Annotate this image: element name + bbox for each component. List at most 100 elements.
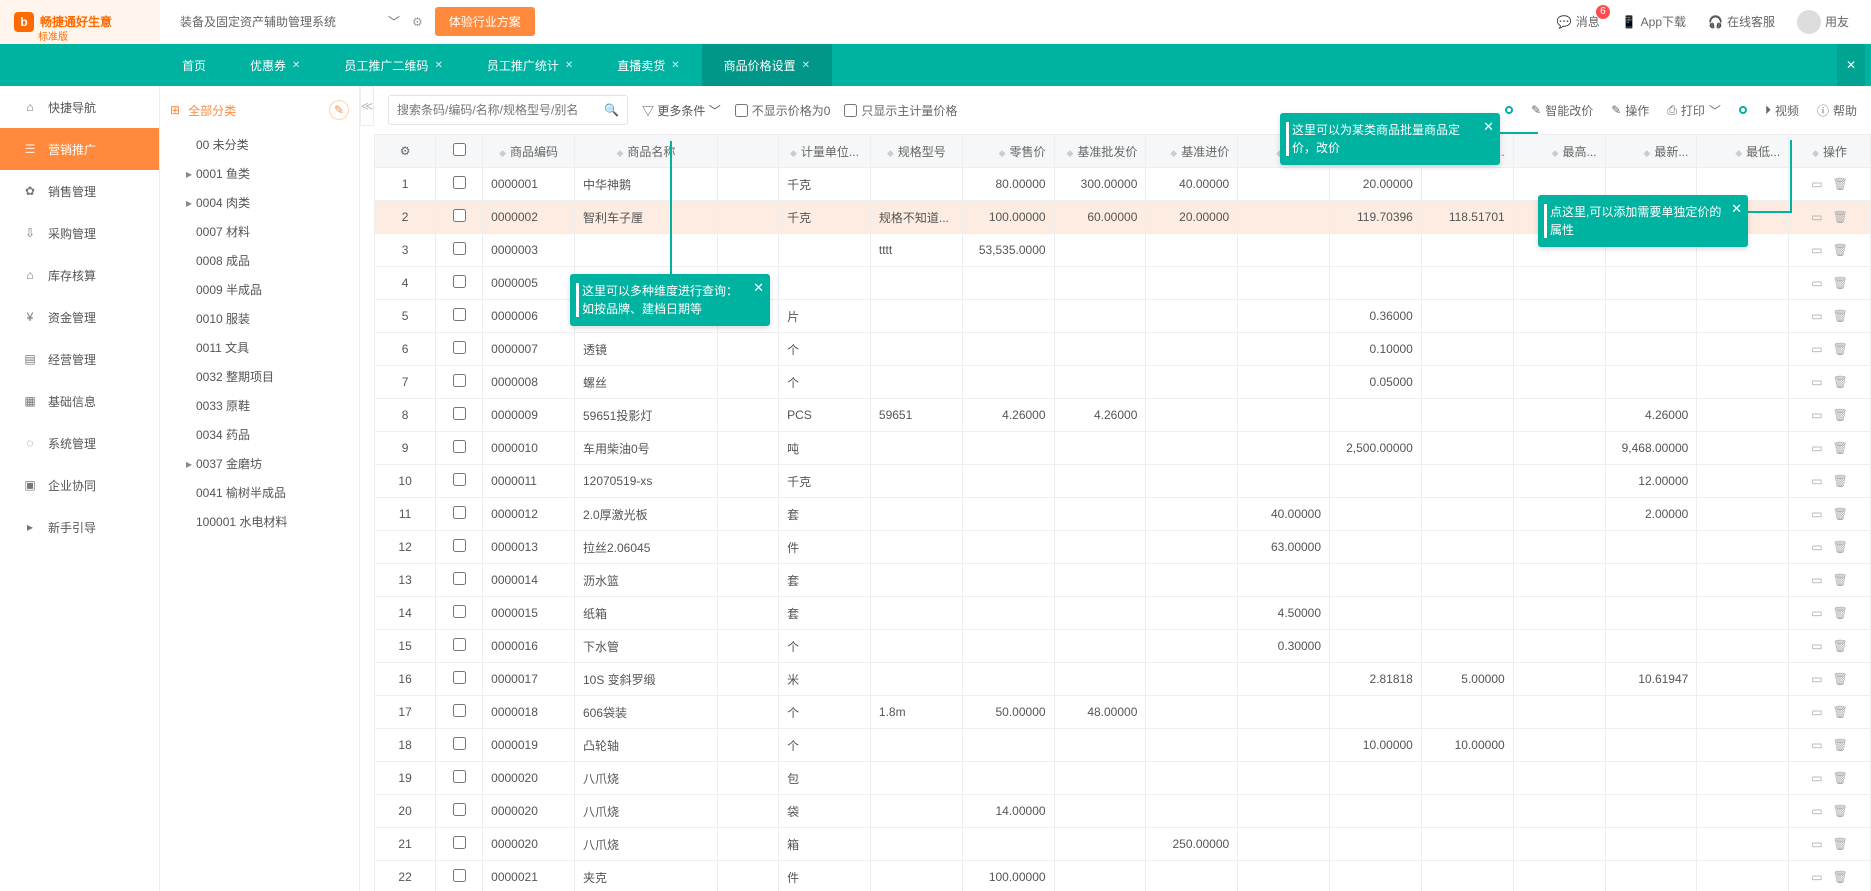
cell-cost[interactable] bbox=[1146, 630, 1238, 663]
category-item[interactable]: 0009 半成品 bbox=[160, 275, 359, 304]
category-item[interactable]: 0032 整期项目 bbox=[160, 362, 359, 391]
cell-retail[interactable] bbox=[962, 432, 1054, 465]
table-row[interactable]: 170000018606袋装个1.8m50.0000048.00000▭🗑 bbox=[375, 696, 1871, 729]
nav-item[interactable]: ◌系统管理 bbox=[0, 422, 159, 464]
row-delete-icon[interactable]: 🗑 bbox=[1833, 375, 1848, 389]
row-select[interactable] bbox=[436, 762, 483, 795]
cell-wholesale[interactable] bbox=[1054, 498, 1146, 531]
gear-icon[interactable]: ⚙ bbox=[412, 15, 423, 29]
table-row[interactable]: 190000020八爪烧包▭🗑 bbox=[375, 762, 1871, 795]
row-select[interactable] bbox=[436, 465, 483, 498]
close-tab-icon[interactable]: ✕ bbox=[565, 60, 573, 71]
nav-item[interactable]: ▤经营管理 bbox=[0, 338, 159, 380]
category-item[interactable]: ▸0004 肉类 bbox=[160, 188, 359, 217]
nav-item[interactable]: ▣企业协同 bbox=[0, 464, 159, 506]
row-delete-icon[interactable]: 🗑 bbox=[1833, 177, 1848, 191]
cell-ref[interactable]: 40.00000 bbox=[1238, 498, 1330, 531]
cell-cost[interactable]: 250.00000 bbox=[1146, 828, 1238, 861]
table-row[interactable]: 10000001112070519-xs千克12.00000▭🗑 bbox=[375, 465, 1871, 498]
cell-ref[interactable] bbox=[1238, 828, 1330, 861]
cell-cost[interactable] bbox=[1146, 762, 1238, 795]
row-checkbox[interactable] bbox=[453, 605, 466, 618]
cell-wholesale[interactable]: 4.26000 bbox=[1054, 399, 1146, 432]
cell-retail[interactable]: 4.26000 bbox=[962, 399, 1054, 432]
row-checkbox[interactable] bbox=[453, 836, 466, 849]
tab-直播卖货[interactable]: 直播卖货✕ bbox=[595, 44, 701, 86]
category-item[interactable]: 100001 水电材料 bbox=[160, 507, 359, 536]
category-item[interactable]: 0041 榆树半成品 bbox=[160, 478, 359, 507]
row-edit-icon[interactable]: ▭ bbox=[1811, 342, 1822, 356]
cell-cost[interactable] bbox=[1146, 300, 1238, 333]
cell-retail[interactable]: 80.00000 bbox=[962, 168, 1054, 201]
cell-ref[interactable] bbox=[1238, 795, 1330, 828]
row-checkbox[interactable] bbox=[453, 209, 466, 222]
table-row[interactable]: 220000021夹克件100.00000▭🗑 bbox=[375, 861, 1871, 891]
table-row[interactable]: 180000019凸轮轴个10.0000010.00000▭🗑 bbox=[375, 729, 1871, 762]
messages-link[interactable]: 💬 消息 6 bbox=[1557, 13, 1600, 30]
row-delete-icon[interactable]: 🗑 bbox=[1833, 507, 1848, 521]
cell-wholesale[interactable] bbox=[1054, 432, 1146, 465]
user-menu[interactable]: 用友 bbox=[1797, 10, 1849, 34]
close-tab-icon[interactable]: ✕ bbox=[292, 60, 300, 71]
row-edit-icon[interactable]: ▭ bbox=[1811, 177, 1822, 191]
cell-cost[interactable] bbox=[1146, 663, 1238, 696]
cell-retail[interactable] bbox=[962, 300, 1054, 333]
cell-retail[interactable] bbox=[962, 630, 1054, 663]
category-item[interactable]: ▸0001 鱼类 bbox=[160, 159, 359, 188]
cell-retail[interactable] bbox=[962, 267, 1054, 300]
row-delete-icon[interactable]: 🗑 bbox=[1833, 870, 1848, 884]
row-select[interactable] bbox=[436, 234, 483, 267]
try-industry-button[interactable]: 体验行业方案 bbox=[435, 7, 535, 36]
cell-retail[interactable] bbox=[962, 366, 1054, 399]
row-checkbox[interactable] bbox=[453, 803, 466, 816]
table-row[interactable]: 200000020八爪烧袋14.00000▭🗑 bbox=[375, 795, 1871, 828]
cell-cost[interactable]: 40.00000 bbox=[1146, 168, 1238, 201]
row-delete-icon[interactable]: 🗑 bbox=[1833, 243, 1848, 257]
row-delete-icon[interactable]: 🗑 bbox=[1833, 474, 1848, 488]
row-checkbox[interactable] bbox=[453, 374, 466, 387]
row-select[interactable] bbox=[436, 696, 483, 729]
nav-item[interactable]: ▸新手引导 bbox=[0, 506, 159, 548]
nav-item[interactable]: ¥资金管理 bbox=[0, 296, 159, 338]
table-row[interactable]: 120000013拉丝2.06045件63.00000▭🗑 bbox=[375, 531, 1871, 564]
only-main-unit-checkbox[interactable]: 只显示主计量价格 bbox=[844, 102, 957, 119]
cell-retail[interactable] bbox=[962, 663, 1054, 696]
row-select[interactable] bbox=[436, 795, 483, 828]
col-header[interactable]: ◆最低... bbox=[1697, 135, 1789, 168]
row-delete-icon[interactable]: 🗑 bbox=[1833, 210, 1848, 224]
row-edit-icon[interactable]: ▭ bbox=[1811, 210, 1822, 224]
cell-ref[interactable] bbox=[1238, 300, 1330, 333]
row-edit-icon[interactable]: ▭ bbox=[1811, 870, 1822, 884]
row-delete-icon[interactable]: 🗑 bbox=[1833, 606, 1848, 620]
row-delete-icon[interactable]: 🗑 bbox=[1833, 309, 1848, 323]
row-select[interactable] bbox=[436, 630, 483, 663]
row-delete-icon[interactable]: 🗑 bbox=[1833, 408, 1848, 422]
cell-wholesale[interactable] bbox=[1054, 630, 1146, 663]
cell-retail[interactable]: 100.00000 bbox=[962, 201, 1054, 234]
cell-wholesale[interactable] bbox=[1054, 597, 1146, 630]
row-checkbox[interactable] bbox=[453, 704, 466, 717]
cell-retail[interactable] bbox=[962, 762, 1054, 795]
close-hint-icon[interactable]: ✕ bbox=[753, 278, 764, 298]
close-tab-icon[interactable]: ✕ bbox=[802, 60, 810, 71]
cell-wholesale[interactable] bbox=[1054, 234, 1146, 267]
row-select[interactable] bbox=[436, 663, 483, 696]
cell-ref[interactable] bbox=[1238, 399, 1330, 432]
row-edit-icon[interactable]: ▭ bbox=[1811, 573, 1822, 587]
cell-cost[interactable] bbox=[1146, 366, 1238, 399]
col-header[interactable] bbox=[717, 135, 778, 168]
cell-ref[interactable] bbox=[1238, 861, 1330, 891]
category-item[interactable]: ▸0037 金磨坊 bbox=[160, 449, 359, 478]
cell-ref[interactable] bbox=[1238, 201, 1330, 234]
row-delete-icon[interactable]: 🗑 bbox=[1833, 837, 1848, 851]
tab-员工推广二维码[interactable]: 员工推广二维码✕ bbox=[322, 44, 464, 86]
operations-button[interactable]: ✎ 操作 bbox=[1611, 102, 1649, 119]
row-edit-icon[interactable]: ▭ bbox=[1811, 738, 1822, 752]
cell-cost[interactable] bbox=[1146, 399, 1238, 432]
cell-retail[interactable]: 53,535.0000 bbox=[962, 234, 1054, 267]
col-header[interactable]: ◆商品名称 bbox=[574, 135, 717, 168]
cell-cost[interactable] bbox=[1146, 729, 1238, 762]
app-download-link[interactable]: 📱 App下载 bbox=[1622, 13, 1686, 30]
cell-wholesale[interactable] bbox=[1054, 300, 1146, 333]
row-delete-icon[interactable]: 🗑 bbox=[1833, 672, 1848, 686]
